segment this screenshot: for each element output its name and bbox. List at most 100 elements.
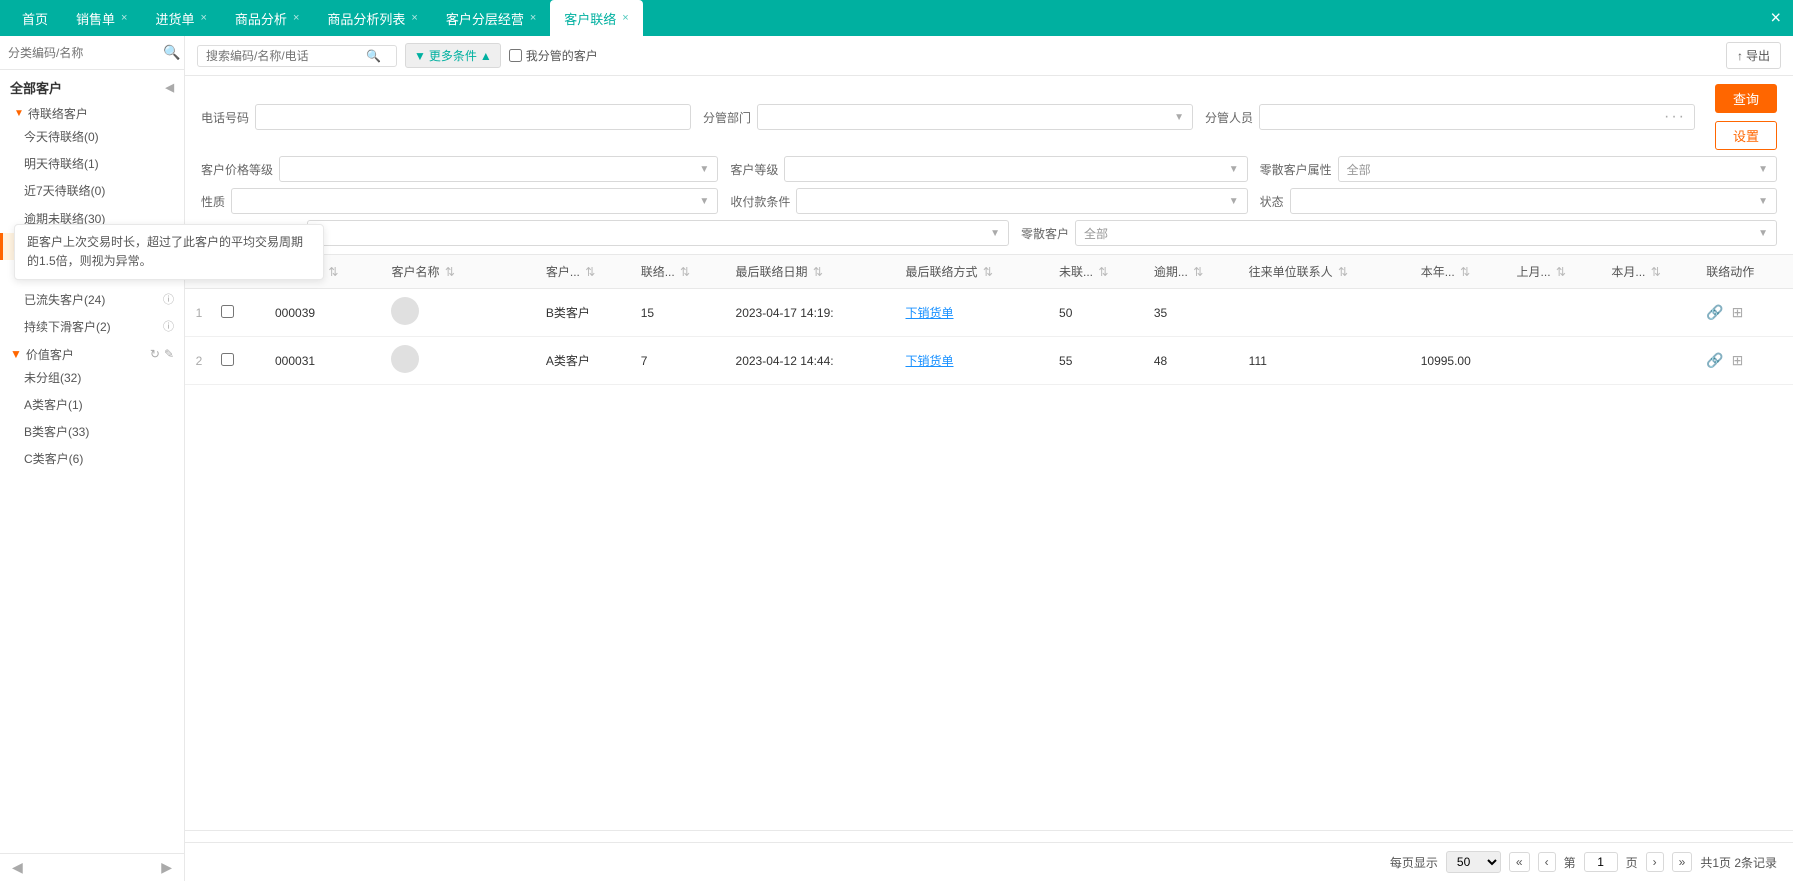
- chevron-down-icon9: ▼: [1758, 228, 1768, 239]
- sidebar-all-customers[interactable]: 全部客户 ◀: [0, 70, 184, 101]
- filter-payment-select[interactable]: ▼: [796, 188, 1247, 214]
- filter-row-4: ... 客户类型 ▼ 零散客户 全部 ▼: [201, 220, 1777, 246]
- nav-customer-contact-close[interactable]: ×: [622, 12, 628, 24]
- filter-level-select[interactable]: ▼: [784, 156, 1247, 182]
- filter-status-select[interactable]: ▼: [1290, 188, 1777, 214]
- chevron-down-icon5: ▼: [699, 196, 709, 207]
- row-2-name: [385, 337, 539, 385]
- sidebar-search-input[interactable]: [8, 46, 163, 60]
- search-icon[interactable]: 🔍: [366, 49, 381, 63]
- filter-gender-select[interactable]: ▼: [231, 188, 718, 214]
- dots-icon[interactable]: ···: [1664, 108, 1686, 126]
- next-page-button[interactable]: ›: [1646, 852, 1664, 872]
- query-button[interactable]: 查询: [1715, 84, 1777, 113]
- row-1-grid-icon[interactable]: ⊞: [1732, 304, 1744, 321]
- page-number-input[interactable]: [1584, 852, 1618, 872]
- sidebar-bottom-nav: ◀ ▶: [0, 853, 184, 881]
- col-name[interactable]: 客户名称 ⇅: [385, 255, 539, 289]
- export-button[interactable]: ↑ 导出: [1726, 42, 1781, 69]
- nav-home[interactable]: 首页: [8, 0, 62, 36]
- filter-customer-type-select[interactable]: ▼: [307, 220, 1009, 246]
- row-1-contact-link[interactable]: 下销货单: [906, 306, 954, 320]
- sort-icon12: ⇅: [1651, 265, 1661, 279]
- filter-retail-attr-select[interactable]: 全部 ▼: [1338, 156, 1777, 182]
- first-page-button[interactable]: «: [1509, 852, 1530, 872]
- setting-button[interactable]: 设置: [1715, 121, 1777, 150]
- filter-price-level-select[interactable]: ▼: [279, 156, 718, 182]
- col-this-month[interactable]: 本月... ⇅: [1605, 255, 1700, 289]
- sidebar-item-7days[interactable]: 近7天待联络(0): [0, 178, 184, 205]
- per-page-label: 每页显示: [1390, 854, 1438, 871]
- filter-retail-attr: 零散客户属性 全部 ▼: [1260, 156, 1777, 182]
- sidebar-item-lost[interactable]: 已流失客户(24) ⓘ: [0, 287, 184, 314]
- arrow-icon: ▼: [14, 108, 24, 119]
- row-2-link-icon[interactable]: 🔗: [1706, 352, 1723, 369]
- sidebar-item-class-b[interactable]: B类客户(33): [0, 419, 184, 446]
- nav-sales-close[interactable]: ×: [121, 12, 127, 24]
- col-type[interactable]: 客户... ⇅: [540, 255, 635, 289]
- refresh-icon[interactable]: ↻: [150, 347, 160, 361]
- row-1-link-icon[interactable]: 🔗: [1706, 304, 1723, 321]
- search-box: 🔍: [197, 45, 397, 67]
- row-2-grid-icon[interactable]: ⊞: [1732, 352, 1744, 369]
- filter-phone-input[interactable]: [255, 104, 691, 130]
- sidebar-item-class-c[interactable]: C类客户(6): [0, 446, 184, 473]
- nav-customer-stratify[interactable]: 客户分层经营 ×: [432, 0, 550, 36]
- nav-customer-contact[interactable]: 客户联络 ×: [550, 0, 642, 36]
- last-page-button[interactable]: »: [1672, 852, 1693, 872]
- row-1-action: 🔗 ⊞: [1700, 289, 1793, 337]
- sidebar-item-today[interactable]: 今天待联络(0): [0, 124, 184, 151]
- info-icon4: ⓘ: [163, 319, 174, 337]
- row-2-checkbox[interactable]: [221, 353, 234, 366]
- toolbar: 🔍 ▼ 更多条件 ▲ 我分管的客户 ↑ 导出: [185, 36, 1793, 76]
- sidebar-left-arrow[interactable]: ◀: [12, 859, 23, 876]
- col-this-year[interactable]: 本年... ⇅: [1415, 255, 1511, 289]
- row-2-uncontacted: 55: [1053, 337, 1148, 385]
- nav-product-analysis-list-close[interactable]: ×: [411, 12, 417, 24]
- row-1-last-month: [1511, 289, 1606, 337]
- sidebar-item-declining[interactable]: 持续下滑客户(2) ⓘ: [0, 314, 184, 341]
- nav-product-analysis-list[interactable]: 商品分析列表 ×: [313, 0, 431, 36]
- per-page-select[interactable]: 50 100 200: [1446, 851, 1501, 873]
- sidebar-group-pending[interactable]: ▼ 待联络客户: [0, 101, 184, 124]
- sidebar-item-tomorrow[interactable]: 明天待联络(1): [0, 151, 184, 178]
- col-last-month[interactable]: 上月... ⇅: [1511, 255, 1606, 289]
- sidebar-right-arrow[interactable]: ▶: [161, 859, 172, 876]
- col-last-contact-date[interactable]: 最后联络日期 ⇅: [730, 255, 900, 289]
- filter-person-select[interactable]: ···: [1259, 104, 1695, 130]
- col-contact[interactable]: 联络... ⇅: [635, 255, 730, 289]
- sidebar-item-class-a[interactable]: A类客户(1): [0, 392, 184, 419]
- row-2-last-month: [1511, 337, 1606, 385]
- nav-purchase-close[interactable]: ×: [200, 12, 206, 24]
- sort-icon3: ⇅: [585, 265, 595, 279]
- my-customer-checkbox[interactable]: [509, 49, 522, 62]
- sidebar-group-value[interactable]: ▼ 价值客户 ↻ ✎: [0, 342, 184, 365]
- col-overdue[interactable]: 逾期... ⇅: [1148, 255, 1243, 289]
- filter-retail-customer-select[interactable]: 全部 ▼: [1075, 220, 1777, 246]
- prev-page-button[interactable]: ‹: [1538, 852, 1556, 872]
- row-2-contact-link[interactable]: 下销货单: [906, 354, 954, 368]
- nav-product-analysis[interactable]: 商品分析 ×: [221, 0, 313, 36]
- window-close-button[interactable]: ×: [1770, 8, 1781, 29]
- horizontal-scrollbar[interactable]: [185, 830, 1793, 842]
- edit-icon[interactable]: ✎: [164, 347, 174, 361]
- nav-customer-stratify-close[interactable]: ×: [530, 12, 536, 24]
- sidebar-item-ungrouped[interactable]: 未分组(32): [0, 365, 184, 392]
- sidebar-search-icon[interactable]: 🔍: [163, 44, 180, 61]
- nav-sales[interactable]: 销售单 ×: [62, 0, 141, 36]
- collapse-icon: ◀: [166, 81, 174, 94]
- row-2-this-month: [1605, 337, 1700, 385]
- chevron-down-icon4: ▼: [1758, 164, 1768, 175]
- chevron-down-icon6: ▼: [1229, 196, 1239, 207]
- col-last-contact-way[interactable]: 最后联络方式 ⇅: [900, 255, 1054, 289]
- nav-product-analysis-close[interactable]: ×: [293, 12, 299, 24]
- search-input[interactable]: [206, 49, 366, 63]
- col-unit-contact[interactable]: 往来单位联系人 ⇅: [1243, 255, 1415, 289]
- more-conditions-button[interactable]: ▼ 更多条件 ▲: [405, 43, 501, 68]
- filter-dept-select[interactable]: ▼: [757, 104, 1193, 130]
- sort-icon11: ⇅: [1556, 265, 1566, 279]
- row-2-code: 000031: [269, 337, 385, 385]
- row-1-checkbox[interactable]: [221, 305, 234, 318]
- nav-purchase[interactable]: 进货单 ×: [141, 0, 220, 36]
- col-uncontacted[interactable]: 未联... ⇅: [1053, 255, 1148, 289]
